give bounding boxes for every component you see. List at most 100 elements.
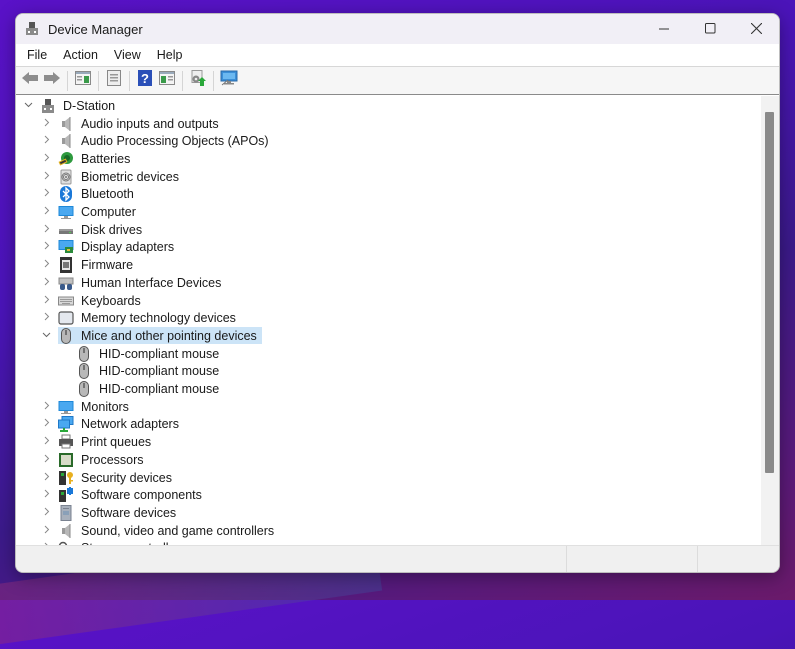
- tree-item-audio-processing-objects-apos[interactable]: Audio Processing Objects (APOs): [40, 132, 271, 150]
- show-hide-console-tree-button[interactable]: [72, 71, 94, 91]
- menu-view[interactable]: View: [107, 48, 148, 62]
- tree-item-processors[interactable]: Processors: [40, 451, 146, 469]
- tree-item-monitors[interactable]: Monitors: [40, 398, 131, 416]
- chevron-right-icon[interactable]: [40, 259, 52, 271]
- chevron-right-icon[interactable]: [40, 489, 52, 501]
- menu-file[interactable]: File: [20, 48, 54, 62]
- scrollbar-thumb[interactable]: [765, 112, 774, 473]
- window-title: Device Manager: [48, 21, 143, 37]
- chevron-right-icon[interactable]: [40, 118, 52, 130]
- tree-item-label: Monitors: [81, 399, 129, 414]
- tree-item-human-interface-devices[interactable]: Human Interface Devices: [40, 274, 223, 292]
- show-action-pane-button[interactable]: [156, 71, 178, 91]
- chevron-right-icon[interactable]: [40, 188, 52, 200]
- tree-item-memory-technology-devices[interactable]: Memory technology devices: [40, 309, 238, 327]
- scan-hardware-button[interactable]: [218, 70, 240, 91]
- minimize-icon: [658, 21, 670, 37]
- monitor-icon: [58, 204, 74, 220]
- firmware-chip-icon: [58, 257, 74, 274]
- status-bar: [16, 545, 779, 572]
- tree-node-content: Human Interface Devices: [58, 275, 223, 291]
- tree-item-label: Keyboards: [81, 293, 141, 308]
- tree-item-sound-video-and-game-controllers[interactable]: Sound, video and game controllers: [40, 522, 276, 540]
- chevron-right-icon[interactable]: [40, 525, 52, 537]
- toolbar-separator: [213, 70, 214, 91]
- chevron-right-icon[interactable]: [40, 418, 52, 430]
- chevron-right-icon[interactable]: [40, 436, 52, 448]
- status-cell-tertiary: [698, 546, 779, 572]
- tree-child-hid-compliant-mouse[interactable]: HID-compliant mouse: [76, 345, 221, 363]
- back-button[interactable]: [19, 71, 41, 91]
- tree-node-content: Batteries: [58, 151, 132, 167]
- chevron-right-icon[interactable]: [40, 454, 52, 466]
- maximize-button[interactable]: [687, 14, 733, 44]
- chevron-right-icon[interactable]: [40, 472, 52, 484]
- update-driver-button[interactable]: [187, 70, 209, 91]
- tree-item-label: Bluetooth: [81, 187, 134, 202]
- tree-node-content: Computer: [58, 204, 138, 220]
- tree-item-bluetooth[interactable]: Bluetooth: [40, 186, 136, 204]
- tree-item-label: Sound, video and game controllers: [81, 523, 275, 538]
- forward-button[interactable]: [41, 71, 63, 91]
- minimize-button[interactable]: [641, 14, 687, 44]
- tree-item-batteries[interactable]: Batteries: [40, 150, 132, 168]
- tree-item-software-components[interactable]: Software components: [40, 486, 204, 504]
- display-adapter-icon: [58, 239, 74, 255]
- tree-item-label: Memory technology devices: [81, 311, 236, 326]
- tree-node-content: Software components: [58, 487, 204, 503]
- title-bar[interactable]: Device Manager: [16, 14, 779, 44]
- chevron-right-icon[interactable]: [40, 224, 52, 236]
- tree-item-label: D-Station: [63, 98, 116, 113]
- properties-button[interactable]: [103, 70, 125, 91]
- menu-action[interactable]: Action: [56, 48, 105, 62]
- tree-item-computer[interactable]: Computer: [40, 203, 138, 221]
- tree-item-security-devices[interactable]: Security devices: [40, 469, 174, 487]
- chevron-right-icon[interactable]: [40, 171, 52, 183]
- tree-node-content: HID-compliant mouse: [76, 381, 221, 398]
- tree-item-biometric-devices[interactable]: Biometric devices: [40, 168, 181, 186]
- vertical-scrollbar[interactable]: [761, 96, 779, 546]
- tree-root-d-station[interactable]: D-Station: [22, 97, 117, 115]
- tree-item-network-adapters[interactable]: Network adapters: [40, 416, 181, 434]
- chevron-down-icon[interactable]: [22, 100, 34, 112]
- chevron-right-icon[interactable]: [40, 277, 52, 289]
- tree-item-display-adapters[interactable]: Display adapters: [40, 239, 176, 257]
- chevron-right-icon[interactable]: [40, 153, 52, 165]
- tree-node-content: Audio inputs and outputs: [58, 116, 221, 132]
- chevron-right-icon[interactable]: [40, 401, 52, 413]
- tree-child-hid-compliant-mouse[interactable]: HID-compliant mouse: [76, 363, 221, 381]
- chevron-right-icon[interactable]: [40, 241, 52, 253]
- arrow-left-icon: [21, 71, 39, 90]
- tree-node-content: D-Station: [40, 98, 117, 114]
- properties-icon: [107, 70, 121, 91]
- tree-item-label: HID-compliant mouse: [99, 382, 220, 397]
- tree-item-disk-drives[interactable]: Disk drives: [40, 221, 144, 239]
- chevron-right-icon[interactable]: [40, 312, 52, 324]
- chevron-right-icon[interactable]: [40, 507, 52, 519]
- close-button[interactable]: [733, 14, 779, 44]
- tree-item-software-devices[interactable]: Software devices: [40, 504, 178, 522]
- software-component-icon: [58, 487, 74, 503]
- tree-node-content: Keyboards: [58, 293, 143, 309]
- chevron-right-icon[interactable]: [40, 206, 52, 218]
- tree-item-print-queues[interactable]: Print queues: [40, 433, 153, 451]
- tree-node-content: HID-compliant mouse: [76, 363, 221, 380]
- chevron-right-icon[interactable]: [40, 135, 52, 147]
- toolbar-separator: [129, 70, 130, 91]
- tree-item-label: Security devices: [81, 470, 173, 485]
- tree-item-mice-and-other-pointing-devices[interactable]: Mice and other pointing devices: [40, 327, 262, 345]
- tree-node-content: Software devices: [58, 504, 178, 521]
- chevron-down-icon[interactable]: [40, 330, 52, 342]
- device-tree[interactable]: D-Station Audio inputs and outputs Audio P…: [16, 96, 761, 546]
- help-button[interactable]: ?: [134, 70, 156, 91]
- tree-item-firmware[interactable]: Firmware: [40, 256, 135, 274]
- hid-icon: [58, 275, 74, 291]
- keyboard-icon: [58, 293, 74, 309]
- tree-node-content: Sound, video and game controllers: [58, 523, 276, 539]
- menu-help[interactable]: Help: [150, 48, 190, 62]
- tree-item-keyboards[interactable]: Keyboards: [40, 292, 143, 310]
- chevron-right-icon[interactable]: [40, 295, 52, 307]
- bluetooth-icon: [58, 186, 74, 203]
- tree-item-audio-inputs-and-outputs[interactable]: Audio inputs and outputs: [40, 115, 221, 133]
- tree-child-hid-compliant-mouse[interactable]: HID-compliant mouse: [76, 380, 221, 398]
